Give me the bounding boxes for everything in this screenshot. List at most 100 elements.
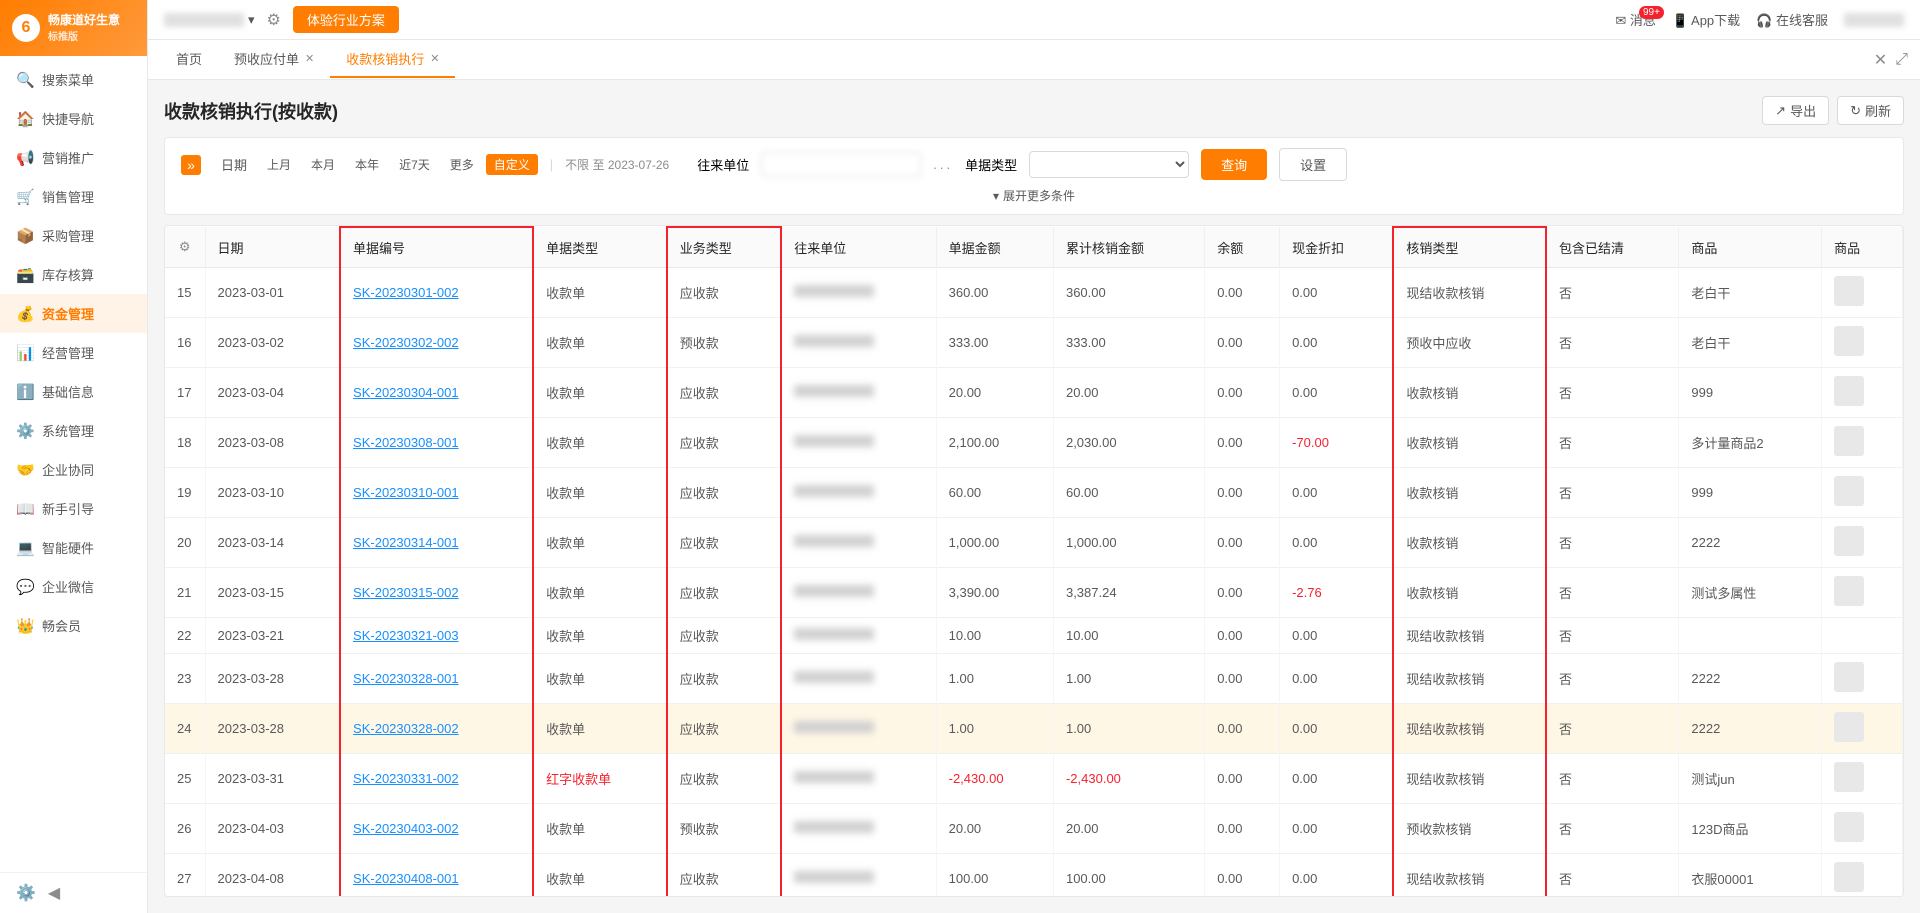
cell-order-no[interactable]: SK-20230328-002	[340, 704, 533, 754]
cell-partner	[781, 704, 936, 754]
col-header-balance: 余额	[1205, 227, 1280, 268]
sidebar-item-system[interactable]: ⚙️ 系统管理	[0, 411, 147, 450]
cell-product1	[1679, 618, 1822, 654]
cell-date: 2023-03-02	[205, 318, 340, 368]
tab-home[interactable]: 首页	[160, 41, 218, 78]
sidebar-item-basic[interactable]: ℹ️ 基础信息	[0, 372, 147, 411]
cell-row-num: 18	[165, 418, 205, 468]
user-avatar[interactable]	[1844, 13, 1904, 27]
table-row: 232023-03-28SK-20230328-001收款单应收款1.001.0…	[165, 654, 1903, 704]
cell-cash-discount: 0.00	[1280, 368, 1394, 418]
cell-order-no[interactable]: SK-20230302-002	[340, 318, 533, 368]
cell-verified-amount: 360.00	[1053, 268, 1204, 318]
collapse-icon[interactable]: ◀	[48, 883, 60, 903]
sidebar-item-wechat[interactable]: 💬 企业微信	[0, 567, 147, 606]
cell-order-no[interactable]: SK-20230403-002	[340, 804, 533, 854]
settings-button[interactable]: 设置	[1279, 148, 1347, 181]
cell-verified-amount: 333.00	[1053, 318, 1204, 368]
cell-biz-type: 应收款	[667, 368, 782, 418]
partner-input[interactable]	[761, 152, 921, 177]
refresh-button[interactable]: ↻ 刷新	[1837, 96, 1904, 125]
messages-badge[interactable]: ✉ 消息 99+	[1615, 10, 1656, 29]
sidebar-item-member[interactable]: 👑 畅会员	[0, 606, 147, 645]
cell-product2	[1822, 704, 1903, 754]
settings-icon[interactable]: ⚙	[267, 10, 281, 30]
cell-order-no[interactable]: SK-20230331-002	[340, 754, 533, 804]
query-button[interactable]: 查询	[1201, 149, 1267, 180]
cell-include-cleared: 否	[1546, 618, 1679, 654]
cell-biz-type: 应收款	[667, 754, 782, 804]
cell-order-no[interactable]: SK-20230321-003	[340, 618, 533, 654]
cell-cash-discount: 0.00	[1280, 318, 1394, 368]
tab-prepayment[interactable]: 预收应付单 ✕	[218, 41, 330, 78]
col-header-cash-discount: 现金折扣	[1280, 227, 1394, 268]
doc-type-select[interactable]	[1029, 151, 1189, 178]
cell-verify-type: 现结收款核销	[1393, 704, 1546, 754]
industry-solution-button[interactable]: 体验行业方案	[293, 6, 399, 33]
sidebar-item-hardware[interactable]: 💻 智能硬件	[0, 528, 147, 567]
cell-order-no[interactable]: SK-20230308-001	[340, 418, 533, 468]
date-btn-last-month[interactable]: 上月	[259, 154, 299, 175]
date-btn-7days[interactable]: 近7天	[391, 154, 438, 175]
cell-partner	[781, 368, 936, 418]
cell-partner	[781, 654, 936, 704]
sidebar-item-search[interactable]: 🔍 搜索菜单	[0, 60, 147, 99]
cell-order-no[interactable]: SK-20230314-001	[340, 518, 533, 568]
cell-order-no[interactable]: SK-20230310-001	[340, 468, 533, 518]
cell-order-no[interactable]: SK-20230304-001	[340, 368, 533, 418]
tab-prepayment-close[interactable]: ✕	[305, 52, 314, 65]
cell-row-num: 22	[165, 618, 205, 654]
sidebar-item-sales[interactable]: 🛒 销售管理	[0, 177, 147, 216]
refresh-icon: ↻	[1850, 103, 1861, 119]
info-icon: ℹ️	[16, 383, 34, 401]
cell-order-no[interactable]: SK-20230315-002	[340, 568, 533, 618]
expand-conditions-button[interactable]: ▾ 展开更多条件	[993, 187, 1075, 204]
cell-date: 2023-03-10	[205, 468, 340, 518]
filter-toggle-button[interactable]: »	[181, 155, 201, 175]
online-service-link[interactable]: 🎧 在线客服	[1756, 10, 1828, 29]
finance-icon: 💰	[16, 305, 34, 323]
workspace-dropdown[interactable]: ▾	[164, 12, 255, 28]
tab-close-all-icon[interactable]: ✕	[1874, 50, 1887, 70]
sidebar-item-finance[interactable]: 💰 资金管理	[0, 294, 147, 333]
app-download-link[interactable]: 📱 App下载	[1672, 10, 1740, 29]
page-content: 收款核销执行(按收款) ↗ 导出 ↻ 刷新 » 日期 上月 本月	[148, 80, 1920, 913]
cell-order-no[interactable]: SK-20230301-002	[340, 268, 533, 318]
cell-row-num: 16	[165, 318, 205, 368]
cell-verified-amount: 60.00	[1053, 468, 1204, 518]
settings-bottom-icon[interactable]: ⚙️	[16, 883, 36, 903]
crown-icon: 👑	[16, 617, 34, 635]
cell-date: 2023-03-31	[205, 754, 340, 804]
sidebar-item-inventory[interactable]: 🗃️ 库存核算	[0, 255, 147, 294]
cell-include-cleared: 否	[1546, 268, 1679, 318]
cell-order-no[interactable]: SK-20230408-001	[340, 854, 533, 898]
cell-partner	[781, 804, 936, 854]
chart-icon: 📊	[16, 344, 34, 362]
col-header-settings[interactable]: ⚙	[165, 227, 205, 268]
export-button[interactable]: ↗ 导出	[1762, 96, 1829, 125]
sidebar-item-marketing[interactable]: 📢 营销推广	[0, 138, 147, 177]
cell-order-no[interactable]: SK-20230328-001	[340, 654, 533, 704]
tab-verify-close[interactable]: ✕	[430, 52, 439, 65]
date-btn-more[interactable]: 更多	[442, 154, 482, 175]
cell-product1: 多计量商品2	[1679, 418, 1822, 468]
cell-verified-amount: 1.00	[1053, 704, 1204, 754]
cell-cash-discount: 0.00	[1280, 854, 1394, 898]
tab-expand-icon[interactable]: ⤢	[1895, 51, 1908, 69]
sidebar-item-enterprise[interactable]: 🤝 企业协同	[0, 450, 147, 489]
cell-date: 2023-03-08	[205, 418, 340, 468]
sidebar-item-operations[interactable]: 📊 经营管理	[0, 333, 147, 372]
home-icon: 🏠	[16, 110, 34, 128]
filter-separator: |	[550, 157, 553, 172]
date-btn-this-year[interactable]: 本年	[347, 154, 387, 175]
cell-date: 2023-03-28	[205, 654, 340, 704]
sidebar-item-purchase[interactable]: 📦 采购管理	[0, 216, 147, 255]
sidebar-item-guide[interactable]: 📖 新手引导	[0, 489, 147, 528]
cell-biz-type: 应收款	[667, 618, 782, 654]
cell-cash-discount: 0.00	[1280, 754, 1394, 804]
date-btn-custom[interactable]: 自定义	[486, 154, 538, 175]
date-btn-this-month[interactable]: 本月	[303, 154, 343, 175]
headset-icon: 🎧	[1756, 13, 1772, 28]
sidebar-item-quick-nav[interactable]: 🏠 快捷导航	[0, 99, 147, 138]
tab-verify[interactable]: 收款核销执行 ✕	[330, 41, 455, 78]
